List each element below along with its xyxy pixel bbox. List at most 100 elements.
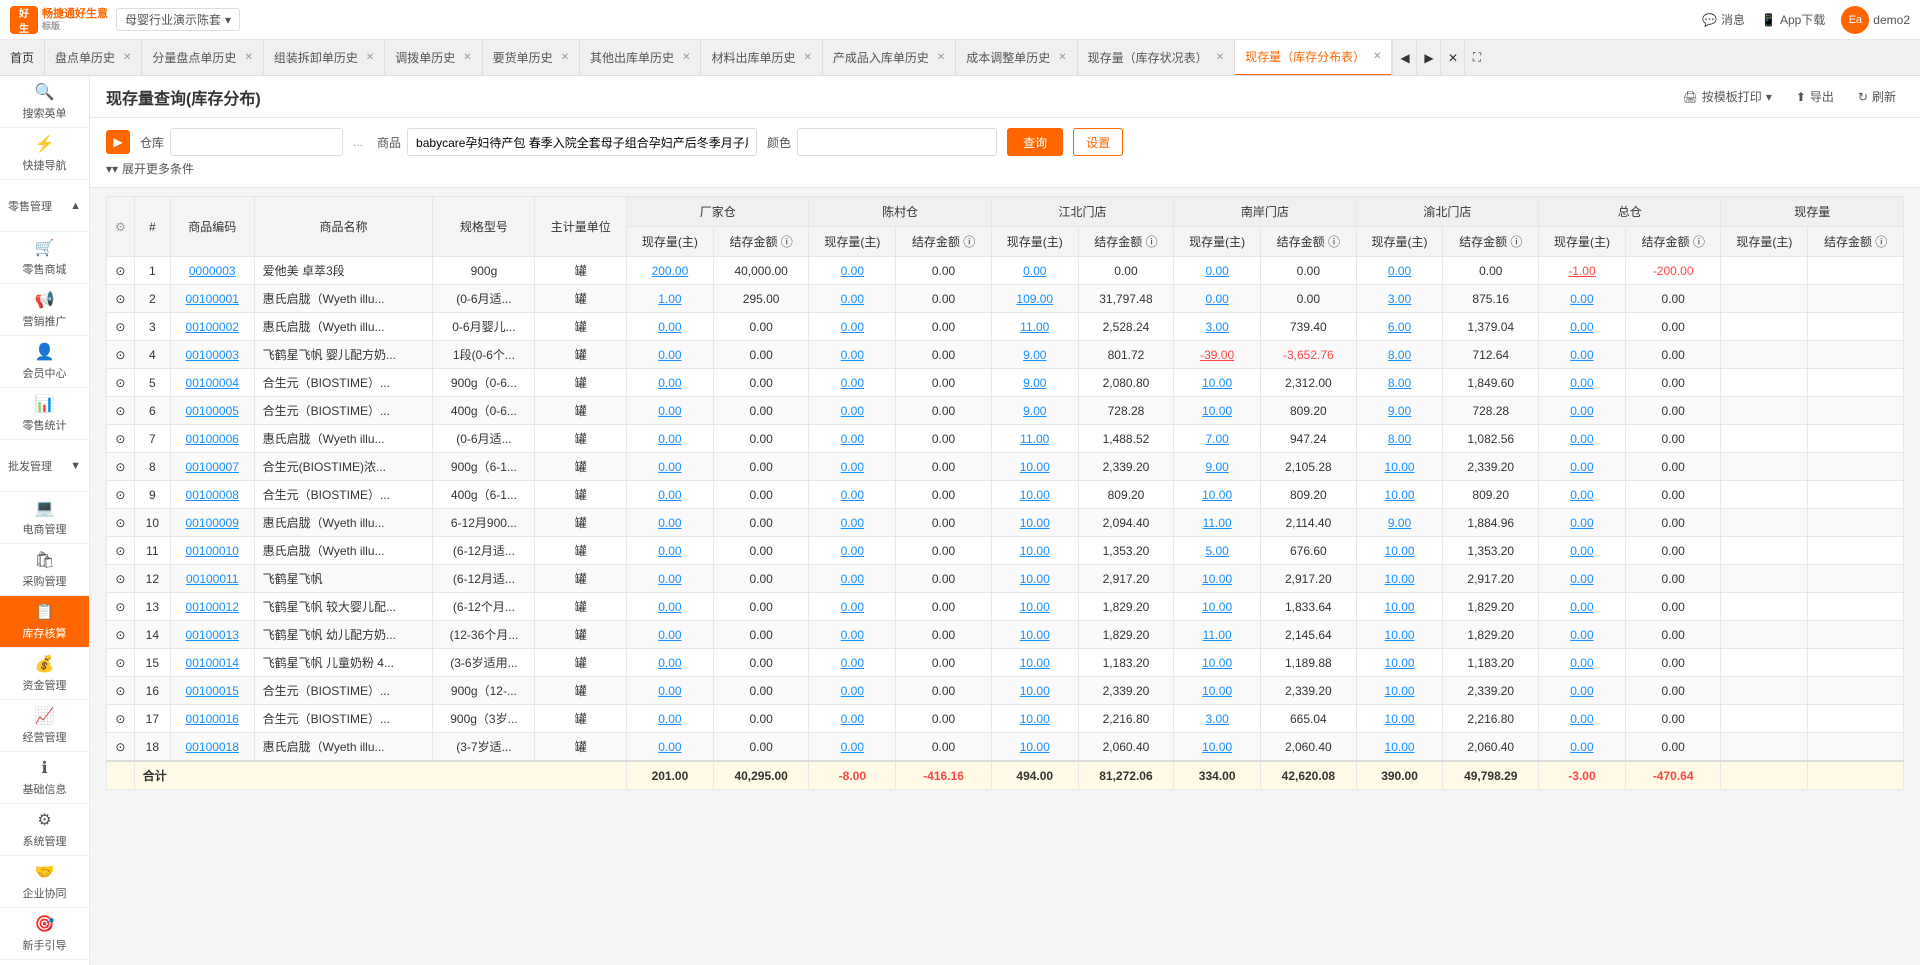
row-yb-stock[interactable]: 10.00 bbox=[1356, 705, 1443, 733]
row-t-stock[interactable]: 0.00 bbox=[1539, 285, 1626, 313]
row-settings[interactable]: ⊙ bbox=[107, 257, 135, 285]
tab-prev-btn[interactable]: ◀ bbox=[1392, 40, 1416, 76]
row-t-stock[interactable]: 0.00 bbox=[1539, 733, 1626, 762]
row-code[interactable]: 00100007 bbox=[170, 453, 254, 481]
row-code[interactable]: 00100018 bbox=[170, 733, 254, 762]
row-code[interactable]: 00100008 bbox=[170, 481, 254, 509]
row-jb-stock[interactable]: 10.00 bbox=[991, 649, 1078, 677]
row-na-stock[interactable]: 0.00 bbox=[1174, 285, 1261, 313]
sidebar-item-ecommerce[interactable]: 💻 电商管理 bbox=[0, 492, 89, 544]
row-na-stock[interactable]: 10.00 bbox=[1174, 733, 1261, 762]
row-settings[interactable]: ⊙ bbox=[107, 593, 135, 621]
row-settings[interactable]: ⊙ bbox=[107, 481, 135, 509]
row-code[interactable]: 00100013 bbox=[170, 621, 254, 649]
row-t-stock[interactable]: 0.00 bbox=[1539, 453, 1626, 481]
row-c-stock[interactable]: 0.00 bbox=[809, 369, 896, 397]
row-t-stock[interactable]: 0.00 bbox=[1539, 705, 1626, 733]
row-na-stock[interactable]: 5.00 bbox=[1174, 537, 1261, 565]
row-code[interactable]: 00100010 bbox=[170, 537, 254, 565]
row-na-stock[interactable]: 3.00 bbox=[1174, 313, 1261, 341]
sidebar-item-purchase[interactable]: 🛍 采购管理 bbox=[0, 544, 89, 596]
row-c-stock[interactable]: 0.00 bbox=[809, 705, 896, 733]
tab-next-btn[interactable]: ▶ bbox=[1416, 40, 1440, 76]
row-settings[interactable]: ⊙ bbox=[107, 313, 135, 341]
row-na-stock[interactable]: 10.00 bbox=[1174, 369, 1261, 397]
row-code[interactable]: 00100015 bbox=[170, 677, 254, 705]
row-settings[interactable]: ⊙ bbox=[107, 369, 135, 397]
row-jb-stock[interactable]: 10.00 bbox=[991, 537, 1078, 565]
row-jb-stock[interactable]: 10.00 bbox=[991, 621, 1078, 649]
sidebar-item-stats[interactable]: 📊 零售统计 bbox=[0, 388, 89, 440]
warehouse-input[interactable] bbox=[170, 128, 343, 156]
row-settings[interactable]: ⊙ bbox=[107, 509, 135, 537]
row-jb-stock[interactable]: 9.00 bbox=[991, 341, 1078, 369]
row-f-stock[interactable]: 0.00 bbox=[627, 397, 714, 425]
row-yb-stock[interactable]: 9.00 bbox=[1356, 397, 1443, 425]
tab-8-close[interactable]: ✕ bbox=[937, 52, 945, 63]
row-c-stock[interactable]: 0.00 bbox=[809, 621, 896, 649]
tab-2[interactable]: 分量盘点单历史 ✕ bbox=[142, 40, 263, 76]
row-f-stock[interactable]: 1.00 bbox=[627, 285, 714, 313]
row-yb-stock[interactable]: 10.00 bbox=[1356, 453, 1443, 481]
row-settings[interactable]: ⊙ bbox=[107, 565, 135, 593]
row-c-stock[interactable]: 0.00 bbox=[809, 313, 896, 341]
row-f-stock[interactable]: 0.00 bbox=[627, 341, 714, 369]
sidebar-item-wholesale[interactable]: 批发管理 ▼ bbox=[0, 440, 89, 492]
color-input[interactable] bbox=[797, 128, 997, 156]
row-t-stock[interactable]: 0.00 bbox=[1539, 593, 1626, 621]
row-code[interactable]: 00100004 bbox=[170, 369, 254, 397]
sidebar-item-basic[interactable]: ℹ 基础信息 bbox=[0, 752, 89, 804]
row-code[interactable]: 00100016 bbox=[170, 705, 254, 733]
row-f-stock[interactable]: 0.00 bbox=[627, 453, 714, 481]
tab-6-close[interactable]: ✕ bbox=[682, 52, 690, 63]
row-na-stock[interactable]: 10.00 bbox=[1174, 565, 1261, 593]
row-f-stock[interactable]: 0.00 bbox=[627, 313, 714, 341]
settings-gear-icon[interactable]: ⚙ bbox=[115, 220, 126, 234]
row-c-stock[interactable]: 0.00 bbox=[809, 733, 896, 762]
row-yb-stock[interactable]: 9.00 bbox=[1356, 509, 1443, 537]
row-code[interactable]: 00100011 bbox=[170, 565, 254, 593]
row-na-stock[interactable]: 11.00 bbox=[1174, 509, 1261, 537]
tab-6[interactable]: 其他出库单历史 ✕ bbox=[580, 40, 701, 76]
row-f-stock[interactable]: 0.00 bbox=[627, 621, 714, 649]
row-settings[interactable]: ⊙ bbox=[107, 341, 135, 369]
row-jb-stock[interactable]: 9.00 bbox=[991, 397, 1078, 425]
settings-btn[interactable]: 设置 bbox=[1073, 128, 1123, 156]
row-jb-stock[interactable]: 11.00 bbox=[991, 425, 1078, 453]
user-btn[interactable]: Ea demo2 bbox=[1841, 6, 1910, 34]
print-btn[interactable]: 🖨 按模板打印 ▾ bbox=[1675, 84, 1780, 109]
row-settings[interactable]: ⊙ bbox=[107, 425, 135, 453]
row-settings[interactable]: ⊙ bbox=[107, 621, 135, 649]
row-c-stock[interactable]: 0.00 bbox=[809, 285, 896, 313]
tab-7-close[interactable]: ✕ bbox=[803, 52, 811, 63]
tab-4[interactable]: 调拨单历史 ✕ bbox=[385, 40, 482, 76]
row-c-stock[interactable]: 0.00 bbox=[809, 397, 896, 425]
row-t-stock[interactable]: -1.00 bbox=[1539, 257, 1626, 285]
row-c-stock[interactable]: 0.00 bbox=[809, 593, 896, 621]
row-code[interactable]: 00100012 bbox=[170, 593, 254, 621]
row-settings[interactable]: ⊙ bbox=[107, 733, 135, 762]
row-code[interactable]: 00100001 bbox=[170, 285, 254, 313]
row-yb-stock[interactable]: 10.00 bbox=[1356, 649, 1443, 677]
app-btn[interactable]: 📱 App下载 bbox=[1761, 11, 1825, 28]
row-na-stock[interactable]: 10.00 bbox=[1174, 649, 1261, 677]
row-yb-stock[interactable]: 10.00 bbox=[1356, 565, 1443, 593]
row-na-stock[interactable]: 9.00 bbox=[1174, 453, 1261, 481]
row-c-stock[interactable]: 0.00 bbox=[809, 425, 896, 453]
row-settings[interactable]: ⊙ bbox=[107, 705, 135, 733]
row-na-stock[interactable]: 0.00 bbox=[1174, 257, 1261, 285]
sidebar-item-member[interactable]: 👤 会员中心 bbox=[0, 336, 89, 388]
row-f-stock[interactable]: 0.00 bbox=[627, 509, 714, 537]
row-c-stock[interactable]: 0.00 bbox=[809, 257, 896, 285]
tab-10-close[interactable]: ✕ bbox=[1216, 52, 1224, 63]
row-code[interactable]: 00100002 bbox=[170, 313, 254, 341]
row-yb-stock[interactable]: 10.00 bbox=[1356, 593, 1443, 621]
row-yb-stock[interactable]: 6.00 bbox=[1356, 313, 1443, 341]
row-f-stock[interactable]: 0.00 bbox=[627, 537, 714, 565]
row-jb-stock[interactable]: 11.00 bbox=[991, 313, 1078, 341]
row-na-stock[interactable]: 10.00 bbox=[1174, 481, 1261, 509]
tab-3[interactable]: 组装拆卸单历史 ✕ bbox=[264, 40, 385, 76]
row-na-stock[interactable]: 3.00 bbox=[1174, 705, 1261, 733]
row-t-stock[interactable]: 0.00 bbox=[1539, 509, 1626, 537]
row-t-stock[interactable]: 0.00 bbox=[1539, 369, 1626, 397]
